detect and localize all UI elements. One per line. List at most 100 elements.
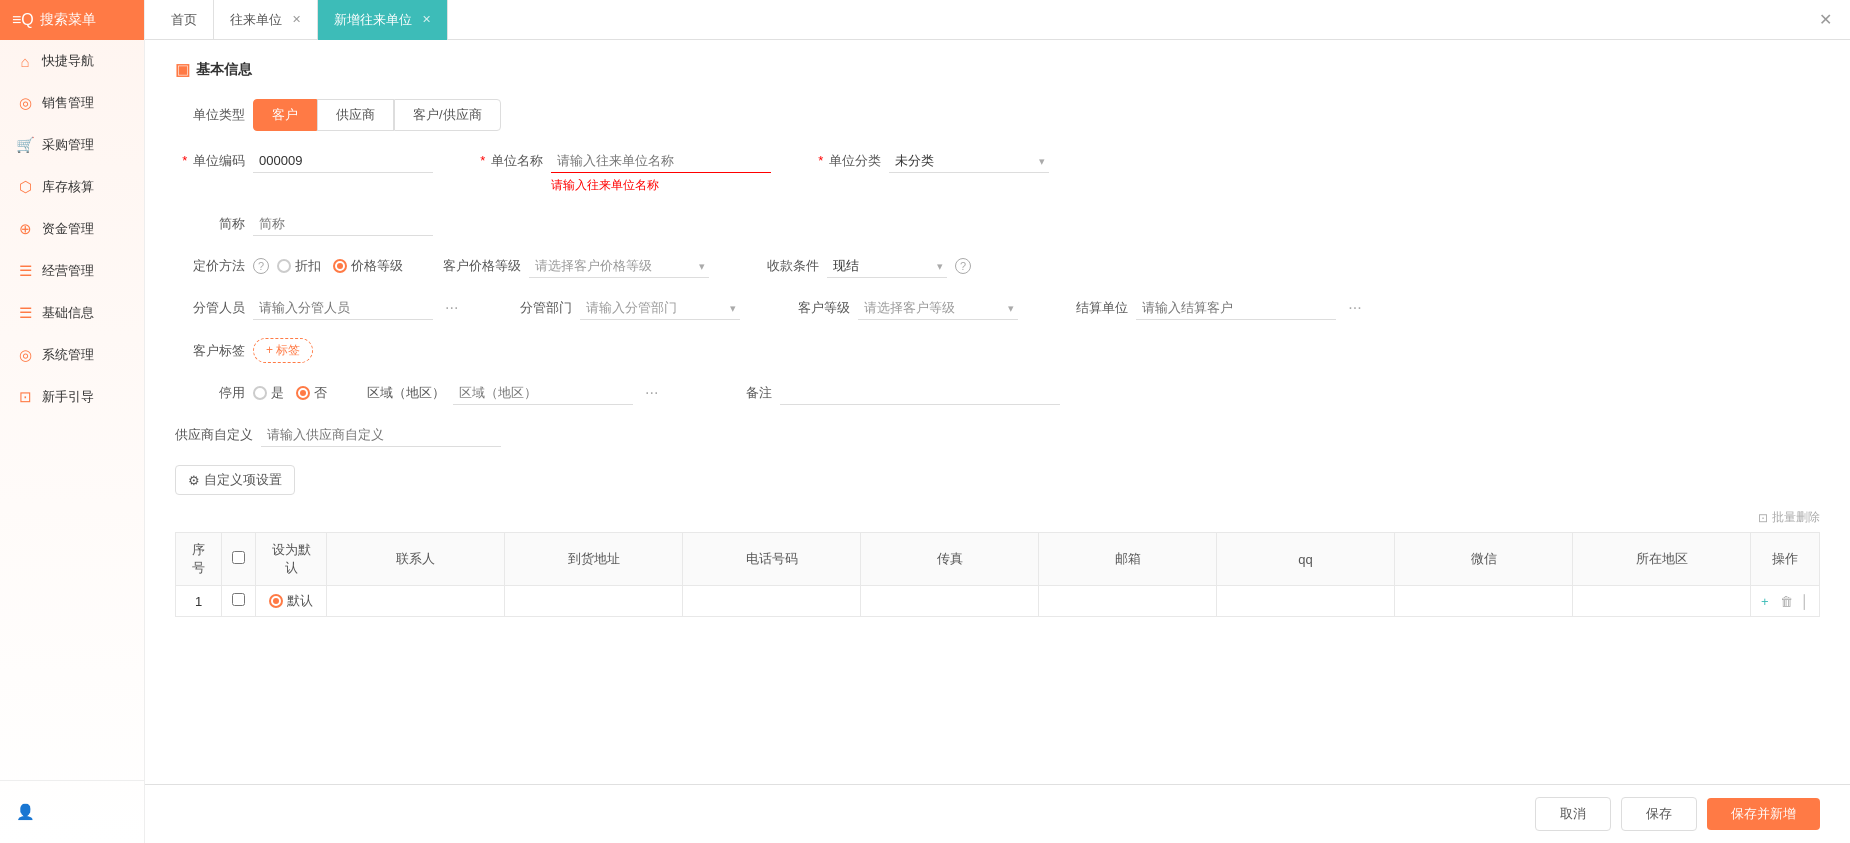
customer-level-select-wrap: 请选择客户等级 bbox=[858, 296, 1018, 320]
user-icon: 👤 bbox=[16, 803, 34, 821]
row-address[interactable] bbox=[505, 586, 683, 617]
unit-name-input[interactable] bbox=[551, 149, 771, 173]
region-more-btn[interactable]: ··· bbox=[641, 384, 662, 402]
sidebar-user[interactable]: 👤 bbox=[0, 791, 144, 833]
radio-disabled-yes[interactable]: 是 bbox=[253, 384, 284, 402]
save-button[interactable]: 保存 bbox=[1621, 797, 1697, 831]
batch-delete-area[interactable]: ⊡ 批量删除 bbox=[175, 509, 1820, 526]
sidebar-item-basic-info[interactable]: ☰ 基础信息 bbox=[0, 292, 144, 334]
unit-type-label: 单位类型 bbox=[175, 106, 245, 124]
tab-new-contact[interactable]: 新增往来单位 ✕ bbox=[318, 0, 448, 40]
row-wechat[interactable] bbox=[1395, 586, 1573, 617]
row-email[interactable] bbox=[1039, 586, 1217, 617]
payment-terms-select[interactable]: 现结 bbox=[827, 254, 947, 278]
row-fax[interactable] bbox=[861, 586, 1039, 617]
close-all-tabs[interactable]: ✕ bbox=[1811, 10, 1840, 29]
main-area: 首页 往来单位 ✕ 新增往来单位 ✕ ✕ ▣ 基本信息 单位类型 bbox=[145, 0, 1850, 843]
unit-code-input[interactable] bbox=[253, 149, 433, 173]
row-default-radio[interactable]: 默认 bbox=[269, 592, 313, 610]
type-btn-supplier[interactable]: 供应商 bbox=[317, 99, 394, 131]
disabled-label: 停用 bbox=[175, 384, 245, 402]
operation-icon: ☰ bbox=[16, 262, 34, 280]
payment-help-icon[interactable]: ? bbox=[955, 258, 971, 274]
row-qq-input[interactable] bbox=[1227, 594, 1384, 609]
settlement-input[interactable] bbox=[1136, 296, 1336, 320]
radio-yes-label: 是 bbox=[271, 384, 284, 402]
price-level-label: 客户价格等级 bbox=[443, 257, 521, 275]
pricing-help-icon[interactable]: ? bbox=[253, 258, 269, 274]
tab-contacts-close[interactable]: ✕ bbox=[292, 13, 301, 26]
sidebar-item-label: 基础信息 bbox=[42, 304, 94, 322]
cancel-button[interactable]: 取消 bbox=[1535, 797, 1611, 831]
basic-info-icon: ☰ bbox=[16, 304, 34, 322]
sidebar-item-operation[interactable]: ☰ 经营管理 bbox=[0, 250, 144, 292]
custom-settings-btn[interactable]: ⚙ 自定义项设置 bbox=[175, 465, 295, 495]
unit-category-group: * 单位分类 未分类 bbox=[811, 149, 1049, 173]
row-district[interactable] bbox=[1573, 586, 1751, 617]
row-delete-btn[interactable]: 🗑 bbox=[1780, 594, 1793, 609]
sidebar-bottom: 👤 bbox=[0, 780, 144, 843]
price-level-select[interactable]: 请选择客户价格等级 bbox=[529, 254, 709, 278]
unit-category-select-wrap: 未分类 bbox=[889, 149, 1049, 173]
row-email-input[interactable] bbox=[1049, 594, 1206, 609]
radio-discount[interactable]: 折扣 bbox=[277, 257, 321, 275]
dept-select[interactable]: 请输入分管部门 bbox=[580, 296, 740, 320]
table-row: 1 默认 bbox=[176, 586, 1820, 617]
supplier-custom-input[interactable] bbox=[261, 423, 501, 447]
sidebar-item-inventory[interactable]: ⬡ 库存核算 bbox=[0, 166, 144, 208]
tab-contacts[interactable]: 往来单位 ✕ bbox=[214, 0, 318, 40]
unit-category-label: * 单位分类 bbox=[811, 152, 881, 170]
tag-label: 客户标签 bbox=[175, 342, 245, 360]
row-phone[interactable] bbox=[683, 586, 861, 617]
manager-more-btn[interactable]: ··· bbox=[441, 299, 462, 317]
row-select-checkbox[interactable] bbox=[232, 593, 245, 606]
sidebar-item-quick-nav[interactable]: ⌂ 快捷导航 bbox=[0, 40, 144, 82]
tab-new-contact-close[interactable]: ✕ bbox=[422, 13, 431, 26]
save-and-add-button[interactable]: 保存并新增 bbox=[1707, 798, 1820, 830]
tab-contacts-label: 往来单位 bbox=[230, 11, 282, 29]
abbr-input[interactable] bbox=[253, 212, 433, 236]
customer-level-select[interactable]: 请选择客户等级 bbox=[858, 296, 1018, 320]
col-seq: 序号 bbox=[176, 533, 222, 586]
sidebar-item-sales[interactable]: ◎ 销售管理 bbox=[0, 82, 144, 124]
sidebar-item-label: 经营管理 bbox=[42, 262, 94, 280]
tag-row: 客户标签 + 标签 bbox=[175, 338, 1820, 363]
type-btn-customer[interactable]: 客户 bbox=[253, 99, 317, 131]
type-btn-both[interactable]: 客户/供应商 bbox=[394, 99, 501, 131]
sidebar-item-system[interactable]: ◎ 系统管理 bbox=[0, 334, 144, 376]
sidebar-item-label: 销售管理 bbox=[42, 94, 94, 112]
radio-disabled-no[interactable]: 否 bbox=[296, 384, 327, 402]
row-district-input[interactable] bbox=[1583, 594, 1740, 609]
tab-home[interactable]: 首页 bbox=[155, 0, 214, 40]
row-wechat-input[interactable] bbox=[1405, 594, 1562, 609]
batch-delete-label: 批量删除 bbox=[1772, 509, 1820, 526]
row-fax-input[interactable] bbox=[871, 594, 1028, 609]
sidebar-search[interactable]: ≡Q 搜索菜单 bbox=[0, 0, 144, 40]
radio-no-label: 否 bbox=[314, 384, 327, 402]
row-phone-input[interactable] bbox=[693, 594, 850, 609]
row-address-input[interactable] bbox=[515, 594, 672, 609]
row-qq[interactable] bbox=[1217, 586, 1395, 617]
radio-price-level[interactable]: 价格等级 bbox=[333, 257, 403, 275]
sidebar-item-guide[interactable]: ⊡ 新手引导 bbox=[0, 376, 144, 418]
region-input[interactable] bbox=[453, 381, 633, 405]
radio-discount-label: 折扣 bbox=[295, 257, 321, 275]
select-all-checkbox[interactable] bbox=[232, 551, 245, 564]
row-add-btn[interactable]: + bbox=[1761, 594, 1769, 609]
pricing-method-group: 定价方法 ? 折扣 价格等级 bbox=[175, 257, 403, 275]
manager-input[interactable] bbox=[253, 296, 433, 320]
settlement-more-btn[interactable]: ··· bbox=[1344, 299, 1365, 317]
home-icon: ⌂ bbox=[16, 52, 34, 70]
sidebar-item-purchase[interactable]: 🛒 采购管理 bbox=[0, 124, 144, 166]
gear-icon: ⚙ bbox=[188, 473, 200, 488]
sidebar-item-finance[interactable]: ⊕ 资金管理 bbox=[0, 208, 144, 250]
add-tag-button[interactable]: + 标签 bbox=[253, 338, 313, 363]
row-contact-input[interactable] bbox=[337, 594, 494, 609]
row-contact[interactable] bbox=[327, 586, 505, 617]
purchase-icon: 🛒 bbox=[16, 136, 34, 154]
remark-input[interactable] bbox=[780, 381, 1060, 405]
unit-category-select[interactable]: 未分类 bbox=[889, 149, 1049, 173]
row-default: 默认 bbox=[255, 586, 326, 617]
inventory-icon: ⬡ bbox=[16, 178, 34, 196]
system-icon: ◎ bbox=[16, 346, 34, 364]
